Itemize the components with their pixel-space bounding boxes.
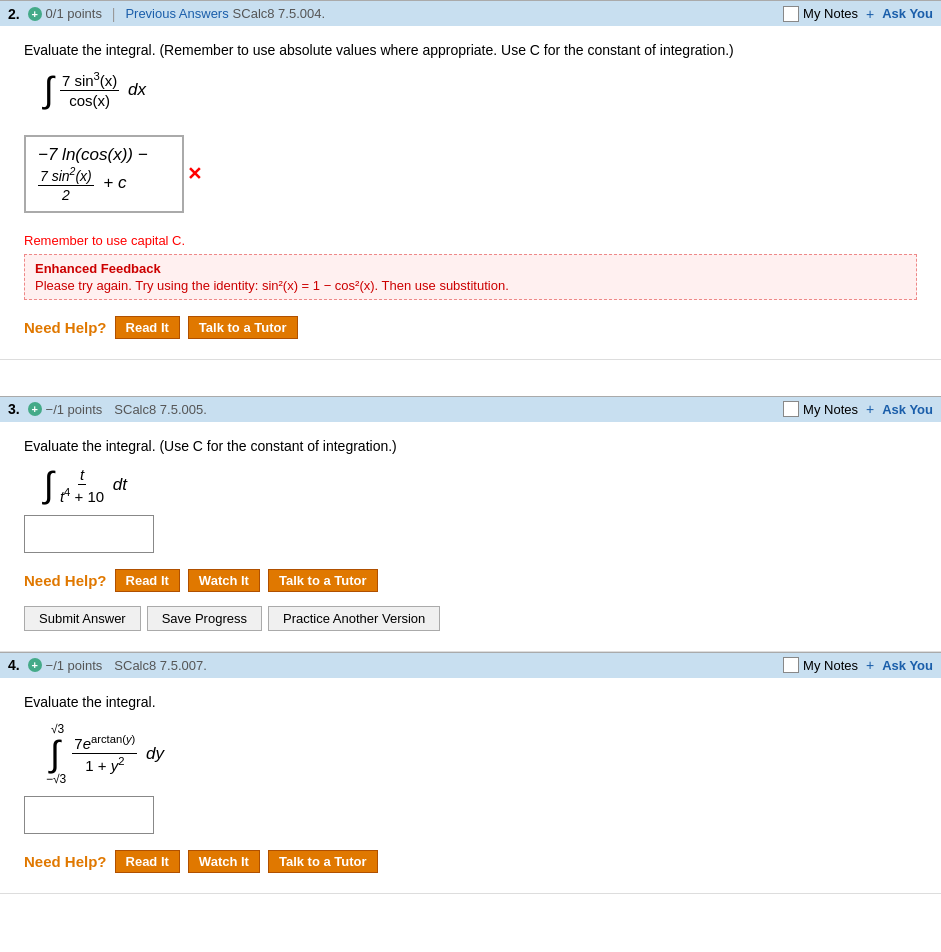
q2-feedback-title: Enhanced Feedback bbox=[35, 261, 906, 276]
q4-integral-sign: ∫ bbox=[50, 736, 60, 772]
q2-problem-id: SCalc8 7.5.004. bbox=[233, 6, 326, 21]
q4-need-help-label: Need Help? bbox=[24, 853, 107, 870]
q3-plus-icon: + bbox=[28, 402, 42, 416]
q3-answer-input[interactable] bbox=[24, 515, 154, 553]
q2-feedback-text: Please try again. Try using the identity… bbox=[35, 278, 906, 293]
question-2-body: Evaluate the integral. (Remember to use … bbox=[0, 26, 941, 360]
question-4-body: Evaluate the integral. √3 ∫ −√3 7earctan… bbox=[0, 678, 941, 894]
q3-ask-you[interactable]: Ask You bbox=[882, 402, 933, 417]
q2-error-msg: Remember to use capital C. bbox=[24, 233, 917, 248]
q2-need-help: Need Help? Read It Talk to a Tutor bbox=[24, 316, 917, 339]
q2-frac-den: cos(x) bbox=[67, 91, 112, 109]
q3-my-notes-btn[interactable]: My Notes bbox=[783, 401, 858, 417]
q2-ask-you[interactable]: Ask You bbox=[882, 6, 933, 21]
q4-read-it-btn[interactable]: Read It bbox=[115, 850, 180, 873]
q4-my-notes-btn[interactable]: My Notes bbox=[783, 657, 858, 673]
q2-talk-tutor-btn[interactable]: Talk to a Tutor bbox=[188, 316, 298, 339]
q3-watch-it-btn[interactable]: Watch It bbox=[188, 569, 260, 592]
q2-plus-icon: + bbox=[28, 7, 42, 21]
q3-need-help-label: Need Help? bbox=[24, 572, 107, 589]
q2-dx: dx bbox=[123, 80, 146, 100]
q2-points: 0/1 points bbox=[46, 6, 102, 21]
q4-talk-tutor-btn[interactable]: Talk to a Tutor bbox=[268, 850, 378, 873]
question-3-body: Evaluate the integral. (Use C for the co… bbox=[0, 422, 941, 652]
q3-number: 3. bbox=[8, 401, 20, 417]
q2-frac-num: 7 sin3(x) bbox=[60, 70, 119, 91]
q3-problem-id: SCalc8 7.5.005. bbox=[114, 402, 207, 417]
q3-need-help: Need Help? Read It Watch It Talk to a Tu… bbox=[24, 569, 917, 592]
q3-fraction: t t4 + 10 bbox=[58, 466, 106, 505]
q3-frac-num: t bbox=[78, 466, 86, 485]
q3-integral-sign: ∫ bbox=[44, 467, 54, 503]
q4-plus2: + bbox=[866, 657, 874, 673]
q2-answer-box: −7 ln(cos(x)) − 7 sin2(x) 2 + c bbox=[24, 135, 184, 213]
q2-notes-icon bbox=[783, 6, 799, 22]
q4-header-right: My Notes + Ask You bbox=[783, 657, 933, 673]
q3-plus2: + bbox=[866, 401, 874, 417]
q2-question-text: Evaluate the integral. (Remember to use … bbox=[24, 42, 917, 58]
q3-submit-row: Submit Answer Save Progress Practice Ano… bbox=[24, 606, 917, 631]
q3-talk-tutor-btn[interactable]: Talk to a Tutor bbox=[268, 569, 378, 592]
gap-2 bbox=[0, 378, 941, 396]
q2-fraction: 7 sin3(x) cos(x) bbox=[60, 70, 119, 109]
question-3-header: 3. + −/1 points SCalc8 7.5.005. My Notes… bbox=[0, 396, 941, 422]
q3-header-right: My Notes + Ask You bbox=[783, 401, 933, 417]
q4-my-notes-label: My Notes bbox=[803, 658, 858, 673]
question-2-header: 2. + 0/1 points | Previous Answers SCalc… bbox=[0, 0, 941, 26]
q2-read-it-btn[interactable]: Read It bbox=[115, 316, 180, 339]
q3-points: −/1 points bbox=[46, 402, 103, 417]
q4-watch-it-btn[interactable]: Watch It bbox=[188, 850, 260, 873]
q2-my-notes-btn[interactable]: My Notes bbox=[783, 6, 858, 22]
q3-my-notes-label: My Notes bbox=[803, 402, 858, 417]
q3-notes-icon bbox=[783, 401, 799, 417]
q4-points: −/1 points bbox=[46, 658, 103, 673]
q2-my-notes-label: My Notes bbox=[803, 6, 858, 21]
q4-integral: √3 ∫ −√3 7earctan(y) 1 + y2 dy bbox=[44, 722, 917, 786]
q3-save-btn[interactable]: Save Progress bbox=[147, 606, 262, 631]
q2-prev-answers[interactable]: Previous Answers bbox=[125, 6, 228, 21]
q4-limits-wrapper: √3 ∫ −√3 bbox=[44, 722, 66, 786]
q3-integral: ∫ t t4 + 10 dt bbox=[44, 466, 917, 505]
q4-question-text: Evaluate the integral. bbox=[24, 694, 917, 710]
q2-number: 2. bbox=[8, 6, 20, 22]
q3-practice-btn[interactable]: Practice Another Version bbox=[268, 606, 440, 631]
q2-plus2: + bbox=[866, 6, 874, 22]
q2-feedback-section: Enhanced Feedback Please try again. Try … bbox=[24, 254, 917, 300]
q2-header-right: My Notes + Ask You bbox=[783, 6, 933, 22]
q3-read-it-btn[interactable]: Read It bbox=[115, 569, 180, 592]
q4-frac-den: 1 + y2 bbox=[83, 754, 126, 774]
q4-ask-you[interactable]: Ask You bbox=[882, 658, 933, 673]
q4-frac-num: 7earctan(y) bbox=[72, 733, 137, 754]
q3-question-text: Evaluate the integral. (Use C for the co… bbox=[24, 438, 917, 454]
q4-number: 4. bbox=[8, 657, 20, 673]
q2-sep: | bbox=[108, 6, 119, 22]
q2-need-help-label: Need Help? bbox=[24, 319, 107, 336]
q2-answer-math: −7 ln(cos(x)) − 7 sin2(x) 2 + c bbox=[38, 145, 170, 203]
q4-dy: dy bbox=[141, 744, 164, 764]
q3-dt: dt bbox=[108, 475, 127, 495]
q4-lower-limit: −√3 bbox=[44, 772, 66, 786]
q4-fraction: 7earctan(y) 1 + y2 bbox=[72, 733, 137, 774]
question-4-header: 4. + −/1 points SCalc8 7.5.007. My Notes… bbox=[0, 652, 941, 678]
q2-red-x: ✕ bbox=[187, 163, 202, 185]
q3-submit-btn[interactable]: Submit Answer bbox=[24, 606, 141, 631]
q2-integral-sign: ∫ bbox=[44, 72, 54, 108]
q3-frac-den: t4 + 10 bbox=[58, 485, 106, 505]
q4-answer-input[interactable] bbox=[24, 796, 154, 834]
q2-answer-wrapper: −7 ln(cos(x)) − 7 sin2(x) 2 + c ✕ bbox=[24, 125, 184, 223]
gap-1 bbox=[0, 360, 941, 378]
q2-integral: ∫ 7 sin3(x) cos(x) dx bbox=[44, 70, 917, 109]
q4-plus-icon: + bbox=[28, 658, 42, 672]
q4-need-help: Need Help? Read It Watch It Talk to a Tu… bbox=[24, 850, 917, 873]
q4-problem-id: SCalc8 7.5.007. bbox=[114, 658, 207, 673]
q4-notes-icon bbox=[783, 657, 799, 673]
